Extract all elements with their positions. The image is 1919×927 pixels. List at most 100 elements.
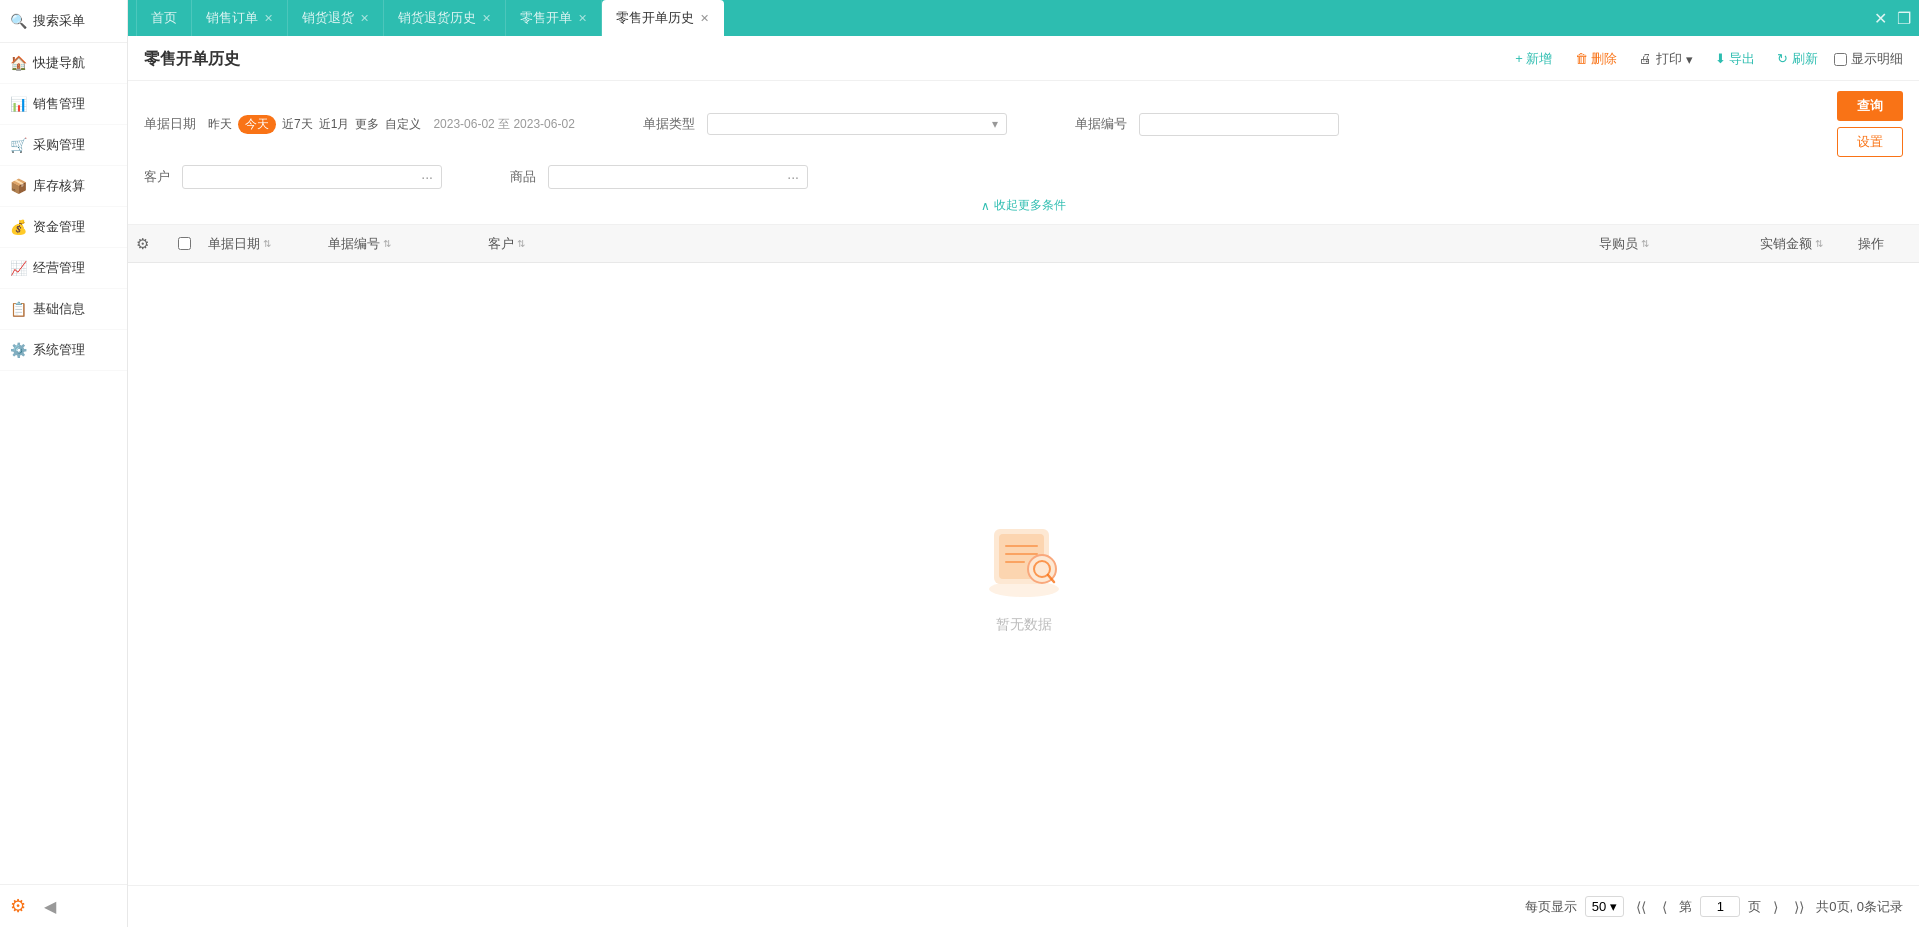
table-wrap: ⚙ 单据日期 ⇅ 单据编号 ⇅ 客户 ⇅ 导购员 ⇅ (128, 225, 1919, 885)
date-shortcuts: 昨天 今天 近7天 近1月 更多 自定义 (208, 115, 421, 134)
goods-input[interactable] (557, 170, 787, 185)
tab-close-icon[interactable]: ✕ (700, 12, 709, 25)
per-page-label: 每页显示 (1525, 898, 1577, 916)
filter-row-1: 单据日期 昨天 今天 近7天 近1月 更多 自定义 2023-06-02 至 2… (144, 91, 1903, 157)
filter-actions: 查询 设置 (1837, 91, 1903, 157)
doc-no-input-wrap (1139, 113, 1339, 136)
collapse-sidebar-button[interactable]: ◀ (44, 897, 56, 916)
tab-label: 销货退货历史 (398, 9, 476, 27)
col-guide-sort-icon[interactable]: ⇅ (1641, 238, 1649, 249)
print-button[interactable]: 🖨 打印 ▾ (1633, 46, 1699, 72)
col-amount-sort-icon[interactable]: ⇅ (1815, 238, 1823, 249)
last-month-btn[interactable]: 近1月 (319, 116, 350, 133)
add-button[interactable]: + 新增 (1509, 46, 1558, 72)
empty-state: 暂无数据 (128, 263, 1919, 885)
select-all-checkbox-wrap (168, 237, 200, 250)
next-page-button[interactable]: ⟩ (1769, 897, 1782, 917)
tab-sales-order[interactable]: 销售订单 ✕ (192, 0, 288, 36)
doc-no-label: 单据编号 (1075, 115, 1127, 133)
sidebar-bottom: ⚙ ◀ (0, 884, 127, 927)
col-header-guide: 导购员 ⇅ (1591, 235, 1711, 253)
per-page-value: 50 (1592, 899, 1606, 914)
sidebar-item-sys-mgmt[interactable]: ⚙️ 系统管理 (0, 330, 127, 371)
show-detail-checkbox[interactable] (1834, 53, 1847, 66)
tab-sales-return[interactable]: 销货退货 ✕ (288, 0, 384, 36)
sidebar-item-sales-mgmt[interactable]: 📊 销售管理 (0, 84, 127, 125)
tab-home[interactable]: 首页 (136, 0, 192, 36)
window-restore-button[interactable]: ❐ (1897, 9, 1911, 28)
settings-gear-button[interactable]: ⚙ (10, 895, 26, 917)
col-no-sort-icon[interactable]: ⇅ (383, 238, 391, 249)
col-date-sort-icon[interactable]: ⇅ (263, 238, 271, 249)
collapse-arrow-icon: ∧ (981, 199, 990, 213)
current-page-input[interactable] (1700, 896, 1740, 917)
refresh-button[interactable]: ↻ 刷新 (1771, 46, 1824, 72)
per-page-select[interactable]: 50 ▾ (1585, 896, 1624, 917)
sidebar-item-purchase-mgmt[interactable]: 🛒 采购管理 (0, 125, 127, 166)
doc-type-select[interactable]: ▾ (707, 113, 1007, 135)
filter-bar: 单据日期 昨天 今天 近7天 近1月 更多 自定义 2023-06-02 至 2… (128, 81, 1919, 225)
export-button[interactable]: ⬇ 导出 (1709, 46, 1762, 72)
col-amount-label: 实销金额 (1760, 235, 1812, 253)
more-btn[interactable]: 更多 (355, 116, 379, 133)
tab-close-icon[interactable]: ✕ (360, 12, 369, 25)
tab-retail-open[interactable]: 零售开单 ✕ (506, 0, 602, 36)
show-detail-checkbox-wrap[interactable]: 显示明细 (1834, 50, 1903, 68)
tab-close-icon[interactable]: ✕ (264, 12, 273, 25)
tab-close-icon[interactable]: ✕ (578, 12, 587, 25)
sidebar-item-basic-info[interactable]: 📋 基础信息 (0, 289, 127, 330)
page-unit: 页 (1748, 898, 1761, 916)
money-icon: 💰 (10, 219, 27, 235)
empty-icon (974, 514, 1074, 604)
first-page-button[interactable]: ⟨⟨ (1632, 897, 1650, 917)
doc-type-label: 单据类型 (643, 115, 695, 133)
tab-label: 零售开单历史 (616, 9, 694, 27)
ops-icon: 📈 (10, 260, 27, 276)
tab-label: 销售订单 (206, 9, 258, 27)
sidebar-item-quick-nav[interactable]: 🏠 快捷导航 (0, 43, 127, 84)
sidebar-item-operations[interactable]: 📈 经营管理 (0, 248, 127, 289)
gear-icon: ⚙️ (10, 342, 27, 358)
customer-label: 客户 (144, 168, 170, 186)
window-close-button[interactable]: ✕ (1874, 9, 1887, 28)
tab-close-icon[interactable]: ✕ (482, 12, 491, 25)
column-settings-button[interactable]: ⚙ (136, 235, 168, 253)
collapse-more-button[interactable]: ∧ 收起更多条件 (144, 197, 1903, 214)
query-button[interactable]: 查询 (1837, 91, 1903, 121)
tab-label: 零售开单 (520, 9, 572, 27)
sidebar-search[interactable]: 🔍 搜索采单 (0, 0, 127, 43)
delete-button[interactable]: 🗑 删除 (1569, 46, 1624, 72)
col-customer-sort-icon[interactable]: ⇅ (517, 238, 525, 249)
empty-text: 暂无数据 (996, 616, 1052, 634)
select-all-checkbox[interactable] (178, 237, 191, 250)
prev-page-button[interactable]: ⟨ (1658, 897, 1671, 917)
today-btn[interactable]: 今天 (238, 115, 276, 134)
last-page-button[interactable]: ⟩⟩ (1790, 897, 1808, 917)
customer-input-wrap: ··· (182, 165, 442, 189)
customer-input[interactable] (191, 170, 421, 185)
col-customer-label: 客户 (488, 235, 514, 253)
col-header-no: 单据编号 ⇅ (320, 235, 480, 253)
last7-btn[interactable]: 近7天 (282, 116, 313, 133)
collapse-label: 收起更多条件 (994, 197, 1066, 214)
tab-sales-return-history[interactable]: 销货退货历史 ✕ (384, 0, 506, 36)
sidebar-item-inventory[interactable]: 📦 库存核算 (0, 166, 127, 207)
filter-row-2: 客户 ··· 商品 ··· (144, 165, 1903, 189)
col-header-op: 操作 (1831, 235, 1911, 253)
customer-ellipsis-icon[interactable]: ··· (421, 169, 433, 185)
col-no-label: 单据编号 (328, 235, 380, 253)
tab-label: 销货退货 (302, 9, 354, 27)
search-icon: 🔍 (10, 13, 27, 29)
yesterday-btn[interactable]: 昨天 (208, 116, 232, 133)
tab-retail-history[interactable]: 零售开单历史 ✕ (602, 0, 724, 36)
cart-icon: 🛒 (10, 137, 27, 153)
doc-no-input[interactable] (1148, 117, 1330, 132)
goods-input-wrap: ··· (548, 165, 808, 189)
custom-btn[interactable]: 自定义 (385, 116, 421, 133)
setting-button[interactable]: 设置 (1837, 127, 1903, 157)
total-info: 共0页, 0条记录 (1816, 898, 1903, 916)
print-label: 🖨 打印 (1639, 50, 1682, 68)
sidebar-item-label: 经营管理 (33, 259, 85, 277)
goods-ellipsis-icon[interactable]: ··· (787, 169, 799, 185)
sidebar-item-finance[interactable]: 💰 资金管理 (0, 207, 127, 248)
